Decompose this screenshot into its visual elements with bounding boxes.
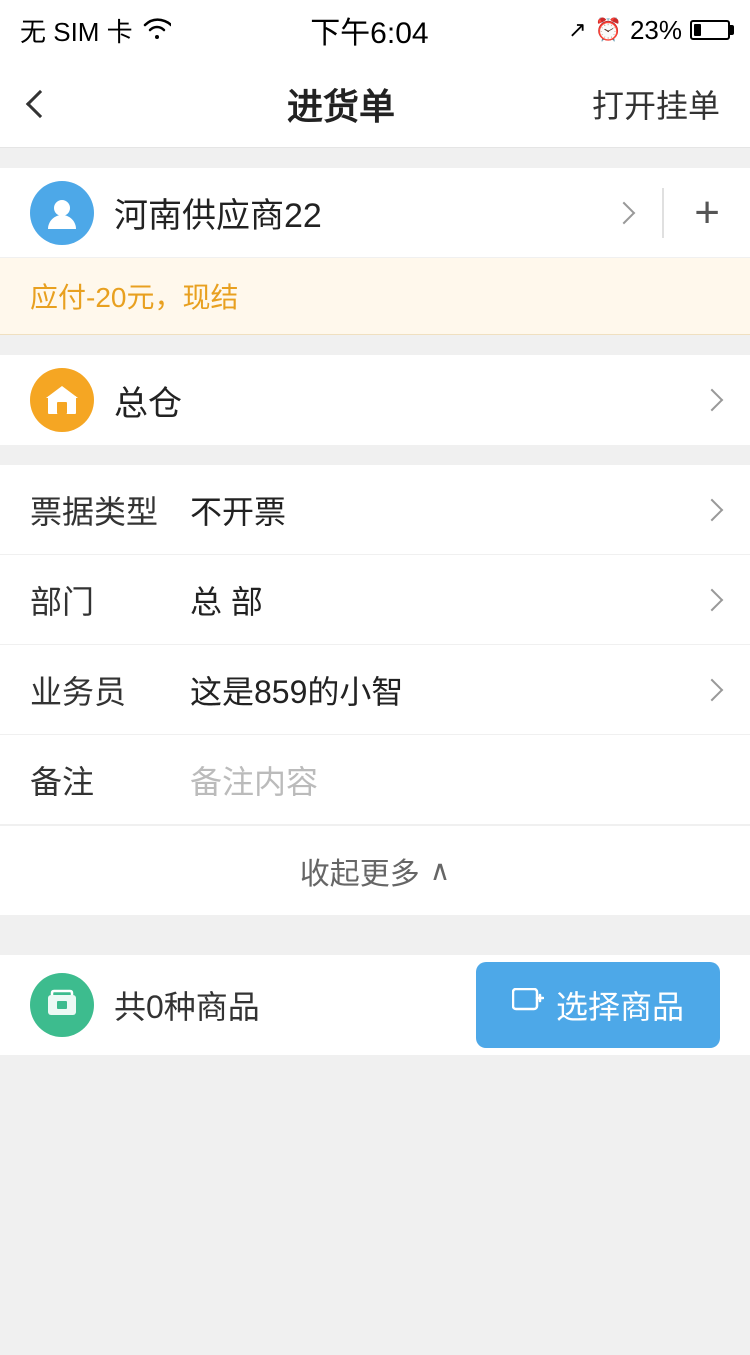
collapse-arrow-icon: ∧ [430,854,451,887]
status-left: 无 SIM 卡 [20,12,171,49]
status-right: ↗ ⏰ 23% [568,15,730,46]
status-bar: 无 SIM 卡 下午6:04 ↗ ⏰ 23% [0,0,750,60]
supplier-avatar-icon [42,193,82,233]
salesperson-row[interactable]: 业务员 这是859的小智 [0,645,750,735]
select-product-icon [512,987,544,1024]
warehouse-chevron-icon [701,389,724,412]
location-icon: ↗ [568,17,586,43]
remark-label: 备注 [30,757,170,803]
supplier-actions: + [616,188,720,238]
warehouse-section[interactable]: 总仓 [0,355,750,445]
rest-area [0,1055,750,1355]
page-title: 进货单 [287,78,395,130]
section-gap-2 [0,335,750,355]
form-section: 票据类型 不开票 部门 总 部 业务员 这是859的小智 备注 备注内容 收起更… [0,465,750,915]
salesperson-chevron-icon [701,678,724,701]
collapse-label: 收起更多 [300,849,420,893]
supplier-section[interactable]: 河南供应商22 + [0,168,750,258]
warehouse-name: 总仓 [114,376,704,425]
open-pending-button[interactable]: 打开挂单 [592,81,720,127]
remark-input[interactable]: 备注内容 [170,757,720,803]
section-gap-1 [0,148,750,168]
battery-percent: 23% [630,15,682,46]
collapse-button[interactable]: 收起更多 ∧ [0,825,750,915]
status-time: 下午6:04 [310,8,428,52]
notice-text: 应付-20元，现结 [30,282,238,313]
invoice-type-label: 票据类型 [30,487,170,533]
invoice-type-chevron-icon [701,498,724,521]
supplier-name: 河南供应商22 [114,188,616,237]
select-product-button[interactable]: 选择商品 [476,962,720,1048]
department-chevron-icon [701,588,724,611]
warehouse-building-icon [44,382,80,418]
department-value: 总 部 [170,577,704,623]
wifi-icon [143,15,171,46]
salesperson-value: 这是859的小智 [170,667,704,713]
product-count-label: 共0种商品 [114,982,476,1028]
invoice-type-value: 不开票 [170,487,704,533]
back-button[interactable] [30,74,90,134]
notice-bar: 应付-20元，现结 [0,258,750,335]
warehouse-icon [30,368,94,432]
add-supplier-button[interactable]: + [694,191,720,235]
department-row[interactable]: 部门 总 部 [0,555,750,645]
alarm-icon: ⏰ [595,17,622,43]
product-icon [30,973,94,1037]
salesperson-label: 业务员 [30,667,170,713]
battery-icon [690,20,730,40]
nav-bar: 进货单 打开挂单 [0,60,750,148]
select-product-label: 选择商品 [556,982,684,1028]
supplier-chevron-icon [613,201,636,224]
back-arrow-icon [26,89,54,117]
supplier-avatar [30,181,94,245]
product-bar: 共0种商品 选择商品 [0,955,750,1055]
carrier-text: 无 SIM 卡 [20,12,133,49]
department-label: 部门 [30,577,170,623]
section-gap-3 [0,915,750,935]
remark-row[interactable]: 备注 备注内容 [0,735,750,825]
divider [662,188,664,238]
invoice-type-row[interactable]: 票据类型 不开票 [0,465,750,555]
product-cart-icon [44,987,80,1023]
